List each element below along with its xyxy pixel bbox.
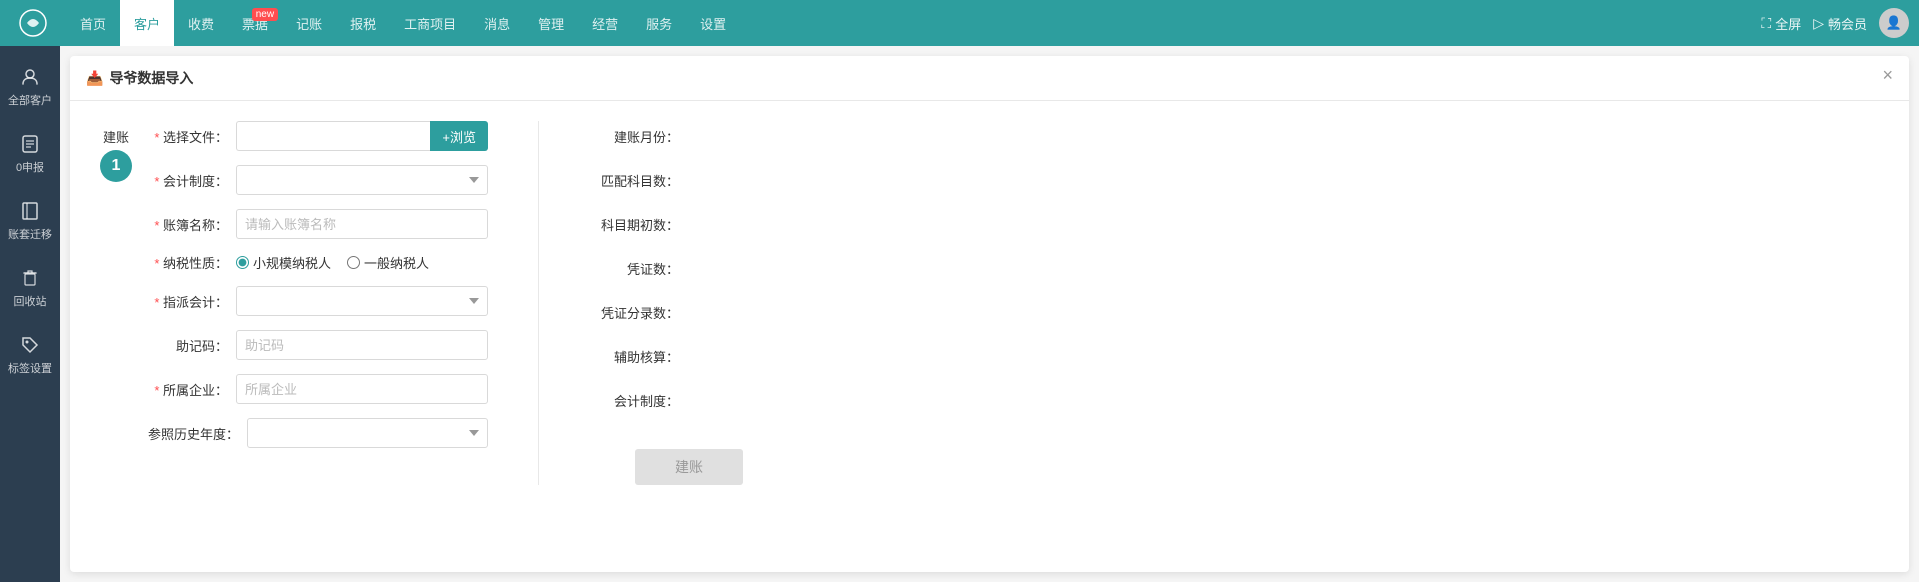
tag-icon (19, 334, 41, 356)
nav-item-tax[interactable]: 报税 (336, 0, 390, 46)
nav-item-invoices[interactable]: 票据 new (228, 0, 282, 46)
nav-item-customers[interactable]: 客户 (120, 0, 174, 46)
browse-button[interactable]: +浏览 (430, 121, 488, 151)
nav-item-services[interactable]: 服务 (632, 0, 686, 46)
nav-item-settings[interactable]: 设置 (686, 0, 740, 46)
accounting-system-row: * 会计制度： (148, 165, 488, 195)
nav-item-operations[interactable]: 经营 (578, 0, 632, 46)
trash-icon (19, 267, 41, 289)
import-icon: 📥 (86, 70, 103, 87)
memo-row: 助记码： (148, 330, 488, 360)
file-input-group: +浏览 (236, 121, 488, 151)
step-text: 建账 (103, 127, 129, 146)
vip-icon: ▷ (1813, 15, 1824, 32)
history-year-row: 参照历史年度： (148, 418, 488, 448)
dialog-header: 📥 导爷数据导入 (70, 56, 1909, 101)
accounting-system-info-label: 会计制度： (589, 391, 679, 410)
sidebar: 全部客户 0申报 账套迁移 (0, 46, 60, 582)
accountant-select[interactable] (236, 286, 488, 316)
tax-general-label: 一般纳税人 (364, 253, 429, 272)
main-layout: 全部客户 0申报 账套迁移 (0, 46, 1919, 582)
month-row: 建账月份： (589, 121, 789, 151)
memo-input[interactable] (236, 330, 488, 360)
book-icon (19, 200, 41, 222)
avatar-icon: 👤 (1886, 15, 1902, 31)
dialog-card: 📥 导爷数据导入 × 建账 1 (70, 56, 1909, 572)
vouchers-label: 凭证数： (589, 259, 679, 278)
form-fields: * 选择文件： +浏览 * 会计制度： (148, 121, 488, 448)
nav-item-business[interactable]: 工商项目 (390, 0, 470, 46)
memo-label: 助记码： (148, 336, 228, 355)
vertical-divider (538, 121, 539, 485)
history-year-label: 参照历史年度： (148, 424, 239, 443)
account-name-row: * 账簿名称： (148, 209, 488, 239)
tax-type-label: * 纳税性质： (148, 253, 228, 272)
step-circle: 1 (100, 150, 132, 182)
tax-small-label: 小规模纳税人 (253, 253, 331, 272)
sidebar-item-account-migration[interactable]: 账套迁移 (0, 190, 60, 252)
file-icon (19, 133, 41, 155)
form-right-section: 建账月份： 匹配科目数： 科目期初数： 凭证数： (589, 121, 789, 485)
content-area: 📥 导爷数据导入 × 建账 1 (60, 46, 1919, 582)
company-input[interactable] (236, 374, 488, 404)
sidebar-item-zero-report[interactable]: 0申报 (0, 123, 60, 185)
nav-right-area: ⛶ 全屏 ▷ 畅会员 👤 (1761, 8, 1909, 38)
init-amount-label: 科目期初数： (589, 215, 679, 234)
dialog-body: 建账 1 * 选择文件： +浏览 (70, 101, 1909, 505)
tax-small-option[interactable]: 小规模纳税人 (236, 253, 331, 272)
tax-general-radio[interactable] (347, 256, 360, 269)
month-label: 建账月份： (589, 127, 679, 146)
sidebar-item-tag-settings[interactable]: 标签设置 (0, 324, 60, 386)
form-left-section: 建账 1 * 选择文件： +浏览 (100, 121, 488, 485)
top-navigation: 首页 客户 收费 票据 new 记账 报税 工商项目 消息 管理 经营 服务 设… (0, 0, 1919, 46)
build-account-button[interactable]: 建账 (635, 449, 743, 485)
vip-button[interactable]: ▷ 畅会员 (1813, 14, 1867, 33)
nav-item-fees[interactable]: 收费 (174, 0, 228, 46)
fullscreen-icon: ⛶ (1761, 15, 1771, 32)
sidebar-item-all-customers[interactable]: 全部客户 (0, 56, 60, 118)
accounting-system-select[interactable] (236, 165, 488, 195)
user-avatar[interactable]: 👤 (1879, 8, 1909, 38)
match-subjects-row: 匹配科目数： (589, 165, 789, 195)
accounting-system-info-row: 会计制度： (589, 385, 789, 415)
build-btn-container: 建账 (589, 449, 789, 485)
app-logo[interactable] (10, 0, 56, 46)
tax-type-row: * 纳税性质： 小规模纳税人 一般纳税人 (148, 253, 488, 272)
auxiliary-row: 辅助核算： (589, 341, 789, 371)
voucher-entries-row: 凭证分录数： (589, 297, 789, 327)
tax-type-radio-group: 小规模纳税人 一般纳税人 (236, 253, 488, 272)
init-amount-row: 科目期初数： (589, 209, 789, 239)
close-button[interactable]: × (1882, 66, 1893, 84)
company-row: * 所属企业： (148, 374, 488, 404)
nav-item-manage[interactable]: 管理 (524, 0, 578, 46)
nav-item-home[interactable]: 首页 (66, 0, 120, 46)
accountant-row: * 指派会计： (148, 286, 488, 316)
auxiliary-label: 辅助核算： (589, 347, 679, 366)
new-badge: new (252, 8, 278, 21)
fullscreen-button[interactable]: ⛶ 全屏 (1761, 14, 1801, 33)
person-icon (19, 66, 41, 88)
file-label: * 选择文件： (148, 127, 228, 146)
account-name-input[interactable] (236, 209, 488, 239)
tax-small-radio[interactable] (236, 256, 249, 269)
accounting-system-label: * 会计制度： (148, 171, 228, 190)
nav-item-messages[interactable]: 消息 (470, 0, 524, 46)
company-label: * 所属企业： (148, 380, 228, 399)
tax-general-option[interactable]: 一般纳税人 (347, 253, 429, 272)
accountant-label: * 指派会计： (148, 292, 228, 311)
sidebar-item-recycle[interactable]: 回收站 (0, 257, 60, 319)
file-select-row: * 选择文件： +浏览 (148, 121, 488, 151)
account-name-label: * 账簿名称： (148, 215, 228, 234)
voucher-entries-label: 凭证分录数： (589, 303, 679, 322)
nav-item-bookkeeping[interactable]: 记账 (282, 0, 336, 46)
vouchers-row: 凭证数： (589, 253, 789, 283)
step-indicator: 建账 1 (100, 121, 132, 182)
match-subjects-label: 匹配科目数： (589, 171, 679, 190)
dialog-title: 导爷数据导入 (109, 68, 193, 88)
history-year-select[interactable] (247, 418, 488, 448)
file-input[interactable] (236, 121, 430, 151)
